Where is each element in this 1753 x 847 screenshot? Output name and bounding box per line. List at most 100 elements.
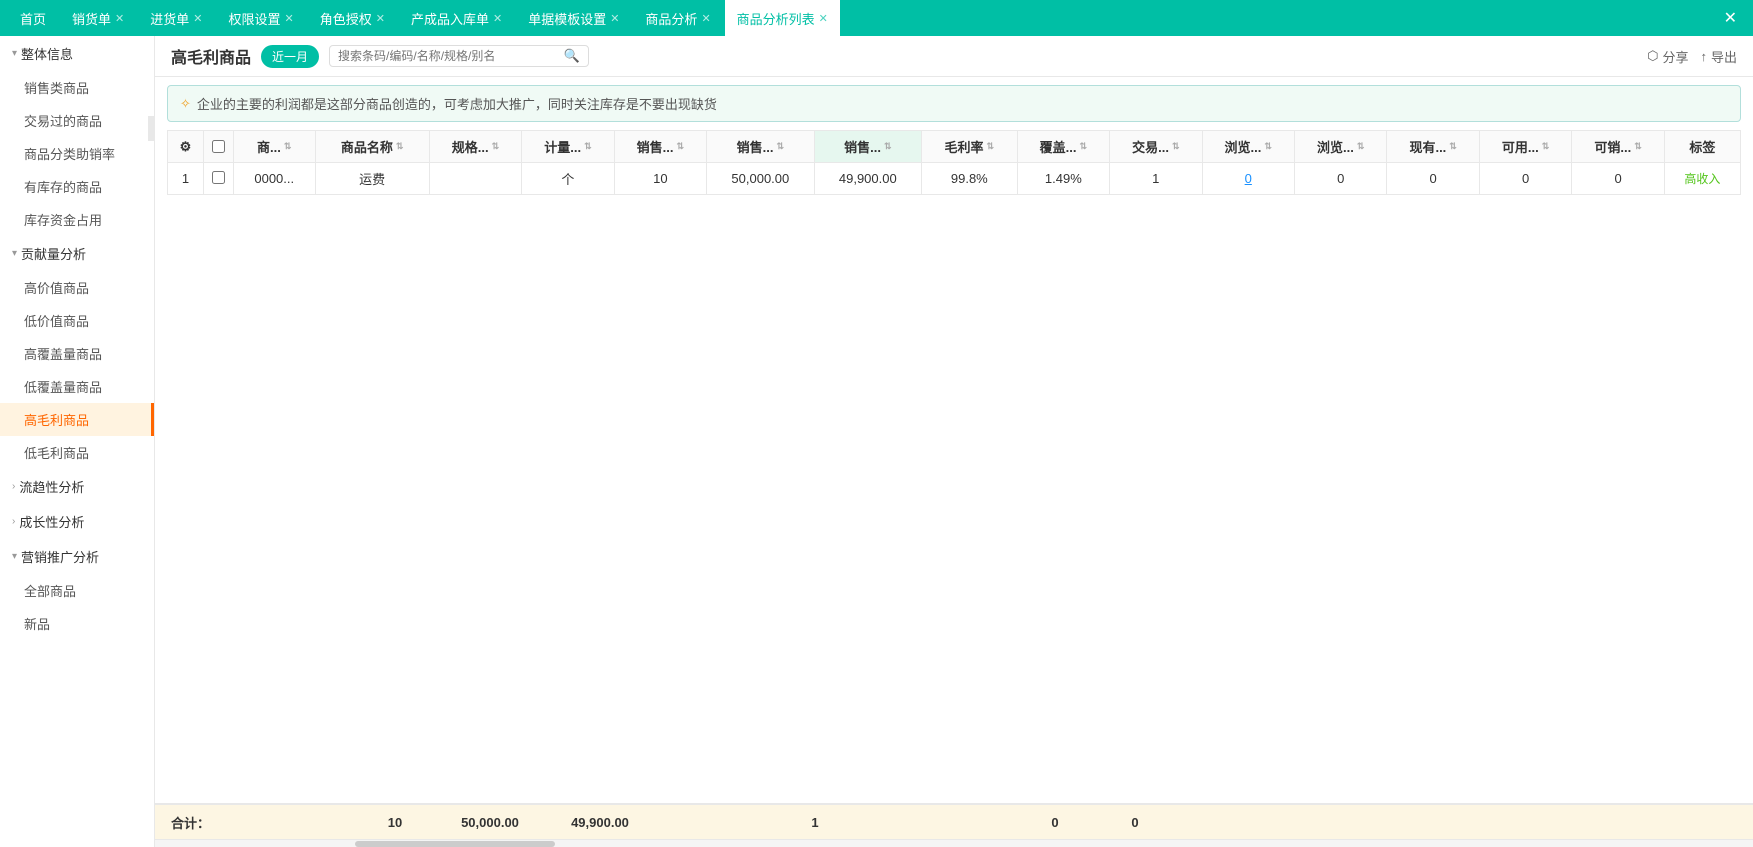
sidebar-collapse-button[interactable]: 《: [148, 116, 155, 141]
close-icon[interactable]: ✕: [193, 12, 202, 25]
sidebar-group-contribution[interactable]: ▾ 贡献量分析: [0, 236, 154, 271]
col-transactions[interactable]: 交易...⇅: [1110, 131, 1202, 163]
sort-icon: ⇅: [396, 141, 404, 152]
col-sales1[interactable]: 销售...⇅: [614, 131, 706, 163]
nav-tab-role[interactable]: 角色授权 ✕: [308, 0, 397, 36]
sort-icon: ⇅: [1449, 141, 1457, 152]
col-available[interactable]: 可用...⇅: [1479, 131, 1571, 163]
col-code[interactable]: 商...⇅: [234, 131, 316, 163]
col-coverage[interactable]: 覆盖...⇅: [1017, 131, 1109, 163]
close-icon[interactable]: ✕: [610, 12, 619, 25]
footer-cell-empty1: [655, 815, 715, 830]
col-settings[interactable]: ⚙: [168, 131, 204, 163]
table-row: 1 0000... 运费 个 10 50,000.00 49,900.00 99…: [168, 163, 1741, 195]
footer-cell-current: 0: [1015, 815, 1095, 830]
sidebar-item-high-coverage[interactable]: 高覆盖量商品: [0, 337, 154, 370]
footer-cell-available: 0: [1095, 815, 1175, 830]
cell-browse1[interactable]: 0: [1202, 163, 1294, 195]
footer-cell-transactions: 1: [775, 815, 855, 830]
sort-icon: ⇅: [1542, 141, 1550, 152]
nav-tab-permission[interactable]: 权限设置 ✕: [216, 0, 305, 36]
cell-checkbox[interactable]: [204, 163, 234, 195]
close-icon[interactable]: ✕: [819, 12, 828, 25]
row-checkbox[interactable]: [212, 171, 225, 184]
sidebar-item-low-value[interactable]: 低价值商品: [0, 304, 154, 337]
share-icon: ⬡: [1647, 48, 1658, 64]
info-banner: ✧ 企业的主要的利润都是这部分商品创造的，可考虑加大推广，同时关注库存是不要出现…: [167, 85, 1741, 122]
sidebar-item-stock-capital[interactable]: 库存资金占用: [0, 203, 154, 236]
select-all-checkbox[interactable]: [212, 140, 225, 153]
col-tag[interactable]: 标签: [1664, 131, 1740, 163]
nav-tab-purchase[interactable]: 进货单 ✕: [138, 0, 214, 36]
col-sellable[interactable]: 可销...⇅: [1572, 131, 1664, 163]
sort-icon: ⇅: [677, 141, 685, 152]
col-browse2[interactable]: 浏览...⇅: [1294, 131, 1386, 163]
footer-cell-sales1: 10: [355, 815, 435, 830]
cell-sales1: 10: [614, 163, 706, 195]
col-margin-rate[interactable]: 毛利率⇅: [922, 131, 1018, 163]
chevron-right-icon: ›: [12, 516, 15, 527]
horizontal-scrollbar[interactable]: [155, 839, 1753, 847]
sidebar-item-sales-goods[interactable]: 销售类商品: [0, 71, 154, 104]
sort-icon: ⇅: [284, 141, 292, 152]
nav-tab-sales[interactable]: 销货单 ✕: [60, 0, 136, 36]
sort-icon: ⇅: [884, 141, 892, 152]
sidebar-item-low-margin[interactable]: 低毛利商品: [0, 436, 154, 469]
col-browse1[interactable]: 浏览...⇅: [1202, 131, 1294, 163]
sort-icon: ⇅: [492, 141, 500, 152]
sidebar-group-marketing[interactable]: ▾ 营销推广分析: [0, 539, 154, 574]
close-icon[interactable]: ✕: [115, 12, 124, 25]
sort-icon: ⇅: [1079, 141, 1087, 152]
content-header: 高毛利商品 近一月 🔍 ⬡ 分享 ↑ 导出: [155, 36, 1753, 77]
footer-total-row: 合计： 10 50,000.00 49,900.00 1 0 0: [155, 803, 1753, 839]
close-icon[interactable]: ✕: [701, 12, 710, 25]
nav-tab-home[interactable]: 首页: [8, 0, 58, 36]
cell-margin-rate: 99.8%: [922, 163, 1018, 195]
nav-tab-analysis[interactable]: 商品分析 ✕: [633, 0, 722, 36]
sidebar-item-all-goods[interactable]: 全部商品: [0, 574, 154, 607]
col-spec[interactable]: 规格...⇅: [429, 131, 521, 163]
chevron-right-icon: ›: [12, 481, 15, 492]
col-sales3[interactable]: 销售...⇅: [814, 131, 921, 163]
search-input[interactable]: [338, 49, 560, 63]
sidebar-item-traded-goods[interactable]: 交易过的商品: [0, 104, 154, 137]
nav-tab-template[interactable]: 单据模板设置 ✕: [516, 0, 631, 36]
close-icon[interactable]: ✕: [493, 12, 502, 25]
sort-icon: ⇅: [584, 141, 592, 152]
sidebar-item-low-coverage[interactable]: 低覆盖量商品: [0, 370, 154, 403]
nav-tab-product-in[interactable]: 产成品入库单 ✕: [399, 0, 514, 36]
footer-cell-sales2: 50,000.00: [435, 815, 545, 830]
search-icon[interactable]: 🔍: [564, 48, 580, 64]
col-current[interactable]: 现有...⇅: [1387, 131, 1479, 163]
sidebar-item-high-value[interactable]: 高价值商品: [0, 271, 154, 304]
col-unit[interactable]: 计量...⇅: [522, 131, 614, 163]
sort-icon: ⇅: [1634, 141, 1642, 152]
col-checkbox[interactable]: [204, 131, 234, 163]
sidebar-item-category-rate[interactable]: 商品分类助销率: [0, 137, 154, 170]
nav-tab-analysis-list[interactable]: 商品分析列表 ✕: [725, 0, 840, 36]
header-actions: ⬡ 分享 ↑ 导出: [1647, 47, 1737, 66]
close-icon[interactable]: ✕: [285, 12, 294, 25]
cell-sales3: 49,900.00: [814, 163, 921, 195]
footer-cell-empty4: [935, 815, 1015, 830]
sort-icon: ⇅: [1264, 141, 1272, 152]
close-all-tabs-button[interactable]: ✕: [1716, 8, 1745, 28]
footer-cells: 10 50,000.00 49,900.00 1 0 0: [355, 815, 1753, 830]
col-name[interactable]: 商品名称⇅: [315, 131, 429, 163]
sidebar-group-growth[interactable]: › 成长性分析: [0, 504, 154, 539]
filter-recent-month-button[interactable]: 近一月: [261, 45, 319, 68]
table-wrapper[interactable]: ⚙ 商...⇅ 商品名称⇅ 规格...⇅: [155, 130, 1753, 803]
sidebar-group-overall[interactable]: ▾ 整体信息: [0, 36, 154, 71]
sidebar-item-high-margin[interactable]: 高毛利商品: [0, 403, 154, 436]
share-button[interactable]: ⬡ 分享: [1647, 47, 1688, 66]
scrollbar-thumb[interactable]: [355, 841, 555, 847]
sidebar-item-stock-goods[interactable]: 有库存的商品: [0, 170, 154, 203]
sidebar-item-new-goods[interactable]: 新品: [0, 607, 154, 640]
export-button[interactable]: ↑ 导出: [1700, 47, 1737, 66]
cell-spec: [429, 163, 521, 195]
col-sales2[interactable]: 销售...⇅: [707, 131, 814, 163]
footer-cell-empty2: [715, 815, 775, 830]
sidebar-group-trend[interactable]: › 流趋性分析: [0, 469, 154, 504]
close-icon[interactable]: ✕: [376, 12, 385, 25]
cell-available: 0: [1479, 163, 1571, 195]
